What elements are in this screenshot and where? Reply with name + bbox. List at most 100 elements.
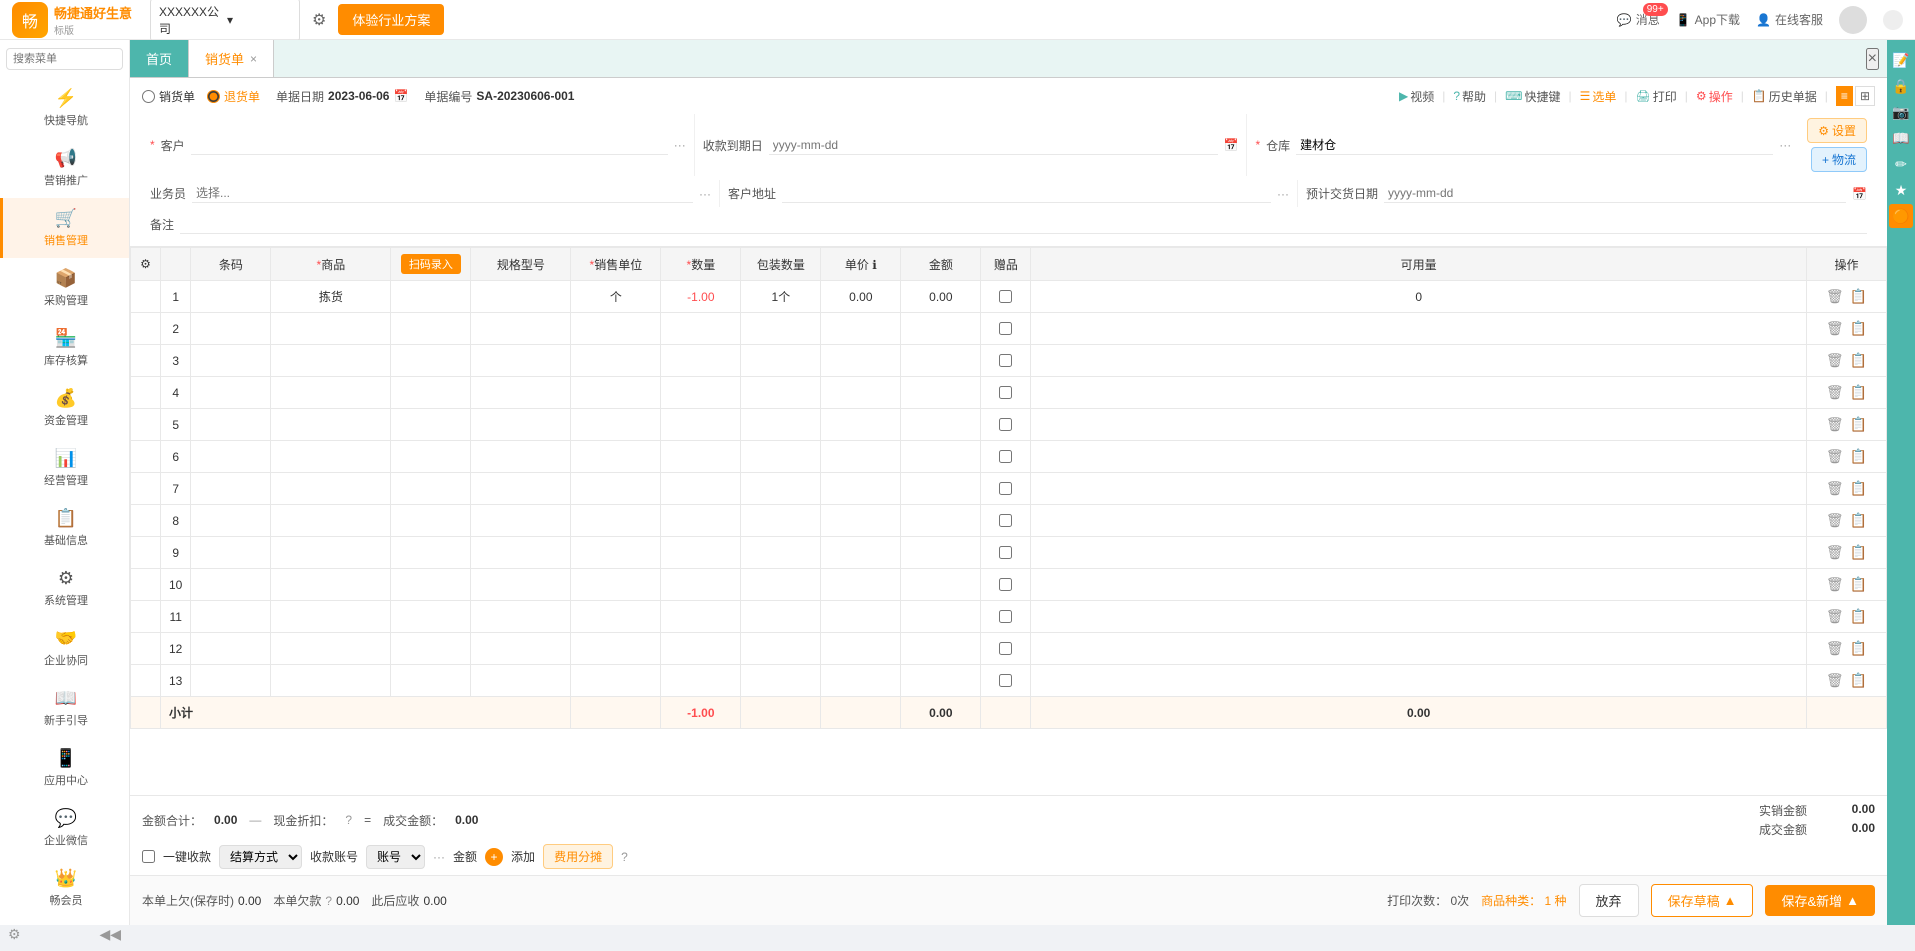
warehouse-picker-icon[interactable]: ··· (1779, 138, 1791, 152)
tab-sales-order[interactable]: 销货单 × (189, 40, 274, 77)
sidebar-item-membership[interactable]: 👑 畅会员 (0, 858, 129, 918)
copy-row-icon[interactable]: 📋 (1850, 576, 1867, 593)
delete-row-icon[interactable]: 🗑 (1826, 576, 1844, 593)
sidebar-search-input[interactable] (6, 48, 123, 70)
expense-help-icon[interactable]: ? (621, 850, 628, 864)
company-selector[interactable]: XXXXXX公司 ▾ (150, 0, 300, 42)
right-panel-edit-button[interactable]: ✏ (1889, 152, 1913, 176)
copy-row-icon[interactable]: 📋 (1850, 288, 1867, 305)
save-draft-button[interactable]: 保存草稿 ▲ (1651, 884, 1754, 917)
sidebar-item-purchase[interactable]: 📦 采购管理 (0, 258, 129, 318)
copy-row-icon[interactable]: 📋 (1850, 448, 1867, 465)
sidebar-item-system[interactable]: ⚙ 系统管理 (0, 558, 129, 618)
delete-row-icon[interactable]: 🗑 (1826, 384, 1844, 401)
address-picker-icon[interactable]: ··· (1277, 187, 1289, 201)
customer-input[interactable] (191, 136, 668, 155)
overdue-help-icon[interactable]: ? (325, 894, 332, 908)
right-panel-orange-button[interactable]: 🟠 (1889, 204, 1913, 228)
sidebar-item-marketing[interactable]: 📢 营销推广 (0, 138, 129, 198)
return-order-radio[interactable]: 退货单 (207, 88, 260, 105)
expense-split-button[interactable]: 费用分摊 (543, 844, 613, 869)
copy-row-icon[interactable]: 📋 (1850, 480, 1867, 497)
delivery-date-calendar-icon[interactable]: 📅 (1852, 187, 1867, 201)
copy-row-icon[interactable]: 📋 (1850, 672, 1867, 689)
copy-row-icon[interactable]: 📋 (1850, 512, 1867, 529)
settlement-method-select[interactable]: 结算方式 (219, 845, 302, 869)
copy-row-icon[interactable]: 📋 (1850, 352, 1867, 369)
logistics-button[interactable]: + 物流 (1811, 147, 1867, 172)
delete-row-icon[interactable]: 🗑 (1826, 512, 1844, 529)
customer-picker-icon[interactable]: ··· (674, 138, 686, 152)
document-settings-button[interactable]: ⚙ 设置 (1807, 118, 1867, 143)
right-panel-lock-button[interactable]: 🔒 (1889, 74, 1913, 98)
trial-button[interactable]: 体验行业方案 (338, 4, 444, 35)
payment-date-input[interactable] (769, 136, 1218, 155)
delete-row-icon[interactable]: 🗑 (1826, 480, 1844, 497)
menu-link[interactable]: ☰ 选单 (1580, 88, 1617, 105)
sidebar-item-management[interactable]: 📊 经营管理 (0, 438, 129, 498)
sales-order-radio[interactable]: 销货单 (142, 88, 195, 105)
tab-home[interactable]: 首页 (130, 40, 189, 77)
delete-row-icon[interactable]: 🗑 (1826, 608, 1844, 625)
copy-row-icon[interactable]: 📋 (1850, 320, 1867, 337)
delete-row-icon[interactable]: 🗑 (1826, 672, 1844, 689)
salesperson-input[interactable] (192, 184, 693, 203)
sidebar-collapse-button[interactable]: ◀◀ (99, 926, 121, 943)
salesperson-picker-icon[interactable]: ··· (699, 187, 711, 201)
save-new-button[interactable]: 保存&新增 ▲ (1765, 885, 1875, 916)
history-link[interactable]: 📋 历史单据 (1752, 88, 1817, 105)
copy-row-icon[interactable]: 📋 (1850, 640, 1867, 657)
copy-row-icon[interactable]: 📋 (1850, 416, 1867, 433)
product-kind-value[interactable]: 1 (1545, 894, 1552, 908)
payment-date-calendar-icon[interactable]: 📅 (1224, 138, 1239, 152)
date-calendar-icon[interactable]: 📅 (393, 89, 408, 103)
video-link[interactable]: ▶ 视频 (1399, 88, 1434, 105)
delete-row-icon[interactable]: 🗑 (1826, 640, 1844, 657)
print-link[interactable]: 🖨 打印 (1636, 88, 1677, 105)
warehouse-input[interactable] (1296, 136, 1773, 155)
delete-row-icon[interactable]: 🗑 (1826, 544, 1844, 561)
right-panel-star-button[interactable]: ★ (1889, 178, 1913, 202)
add-payment-button[interactable]: + (485, 848, 503, 866)
right-panel-book-button[interactable]: 📖 (1889, 126, 1913, 150)
delete-row-icon[interactable]: 🗑 (1826, 448, 1844, 465)
shortcut-link[interactable]: ⌨ 快捷键 (1505, 88, 1560, 105)
online-service-link[interactable]: 👤 在线客服 (1756, 11, 1823, 28)
sidebar-item-guide[interactable]: 📖 新手引导 (0, 678, 129, 738)
list-view-button[interactable]: ≡ (1836, 86, 1853, 106)
copy-row-icon[interactable]: 📋 (1850, 608, 1867, 625)
message-button[interactable]: 💬 消息 99+ (1617, 11, 1660, 28)
sidebar-item-quick-nav[interactable]: ⚡ 快捷导航 (0, 78, 129, 138)
user-avatar[interactable] (1839, 6, 1867, 34)
td-barcode[interactable] (191, 281, 271, 313)
account-picker-icon[interactable]: ··· (433, 850, 445, 864)
close-all-button[interactable]: × (1866, 48, 1879, 70)
company-settings-button[interactable]: ⚙ (308, 6, 330, 34)
notes-input[interactable] (180, 215, 1867, 234)
grid-view-button[interactable]: ⊞ (1855, 86, 1875, 106)
operation-link[interactable]: ⚙ 操作 (1696, 88, 1733, 105)
tab-close-button[interactable]: × (250, 52, 257, 66)
sidebar-item-basic-info[interactable]: 📋 基础信息 (0, 498, 129, 558)
td-spec[interactable] (471, 281, 571, 313)
sidebar-item-wechat[interactable]: 💬 企业微信 (0, 798, 129, 858)
expected-delivery-input[interactable] (1384, 184, 1846, 203)
sidebar-item-inventory[interactable]: 🏪 库存核算 (0, 318, 129, 378)
abandon-button[interactable]: 放弃 (1579, 884, 1639, 917)
copy-row-icon[interactable]: 📋 (1850, 384, 1867, 401)
sidebar-item-enterprise[interactable]: 🤝 企业协同 (0, 618, 129, 678)
scan-input-button[interactable]: 扫码录入 (401, 254, 461, 274)
sidebar-item-sales[interactable]: 🛒 销售管理 (0, 198, 129, 258)
right-panel-note-button[interactable]: 📝 (1889, 48, 1913, 72)
delete-row-icon[interactable]: 🗑 (1826, 320, 1844, 337)
one-click-payment-checkbox[interactable] (142, 850, 155, 863)
discount-help-icon[interactable]: ? (345, 813, 352, 827)
right-panel-photo-button[interactable]: 📷 (1889, 100, 1913, 124)
sidebar-settings-button[interactable]: ⚙ (8, 926, 21, 943)
sidebar-item-finance[interactable]: 💰 资金管理 (0, 378, 129, 438)
app-download-link[interactable]: 📱 App下载 (1676, 11, 1740, 28)
account-select[interactable]: 账号 (366, 845, 425, 869)
delete-row-icon[interactable]: 🗑 (1826, 288, 1844, 305)
delete-row-icon[interactable]: 🗑 (1826, 416, 1844, 433)
customer-address-input[interactable] (782, 184, 1271, 203)
